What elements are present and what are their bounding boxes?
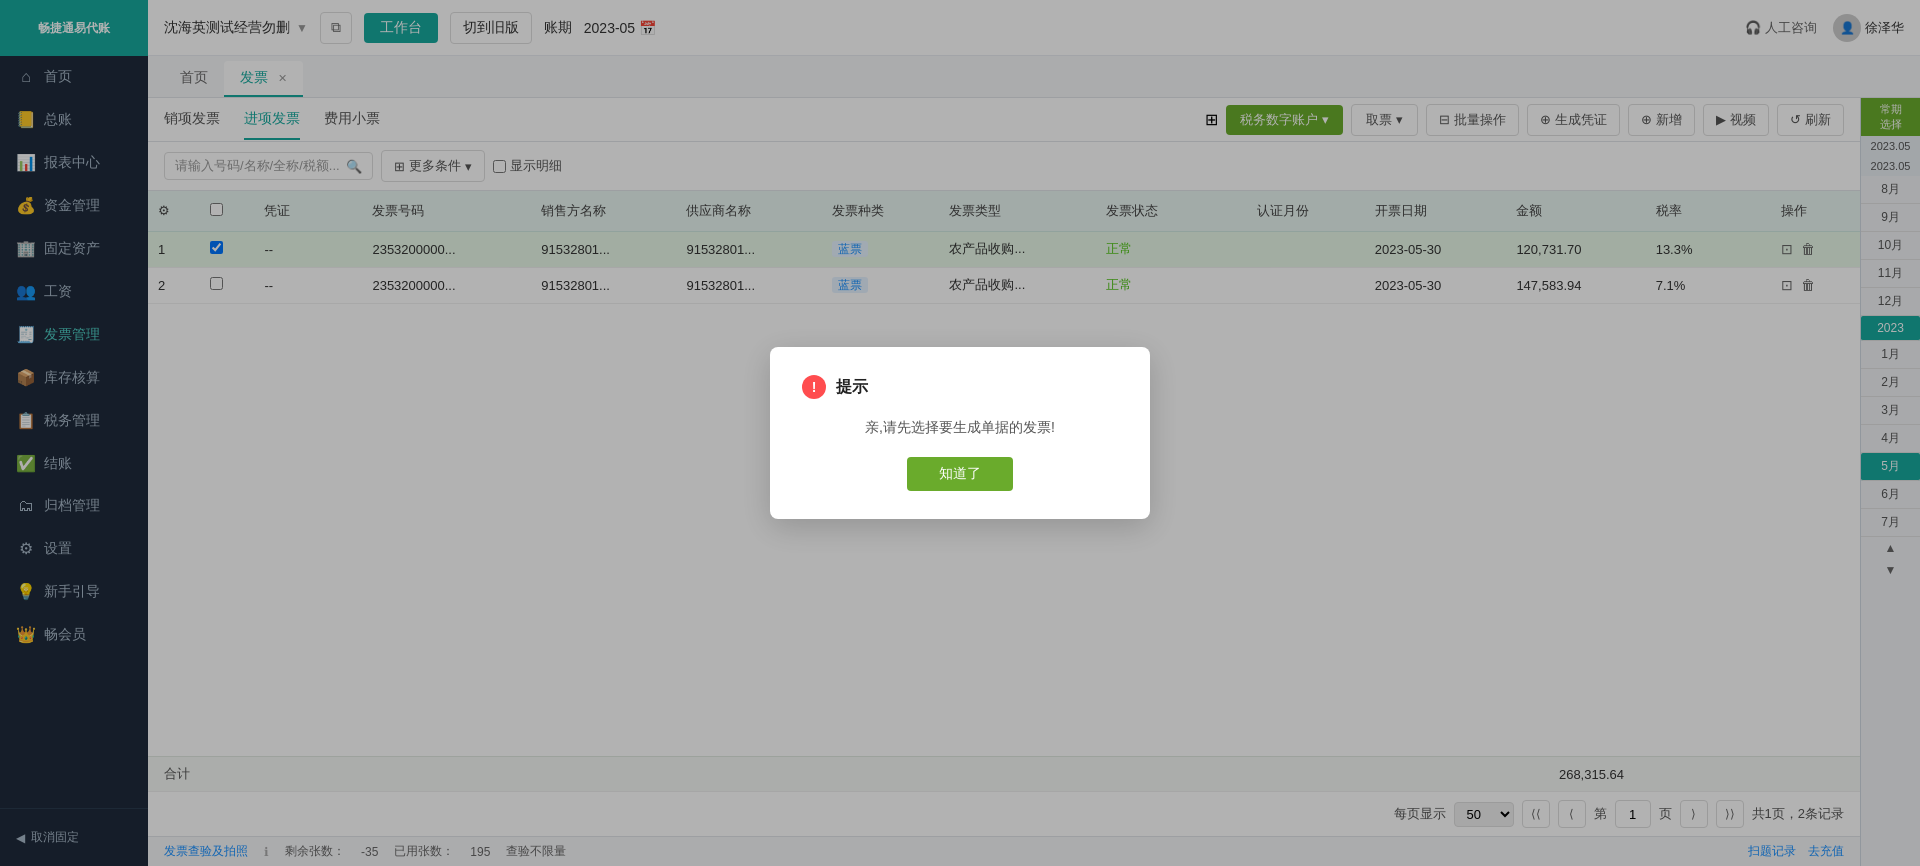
modal-warning-icon: ! <box>802 375 826 399</box>
modal-confirm-button[interactable]: 知道了 <box>907 457 1013 491</box>
modal-dialog: ! 提示 亲,请先选择要生成单据的发票! 知道了 <box>770 347 1150 519</box>
modal-message: 亲,请先选择要生成单据的发票! <box>802 419 1118 437</box>
modal-title-row: ! 提示 <box>802 375 868 399</box>
modal-title: 提示 <box>836 377 868 398</box>
warning-exclamation: ! <box>812 379 817 395</box>
modal-overlay[interactable]: ! 提示 亲,请先选择要生成单据的发票! 知道了 <box>0 0 1920 866</box>
